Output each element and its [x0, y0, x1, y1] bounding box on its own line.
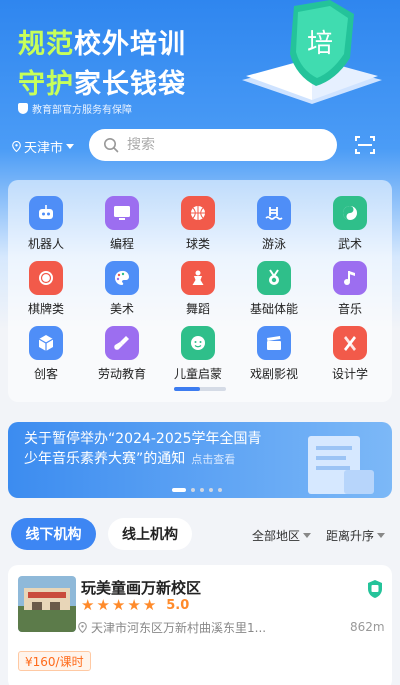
verified-shield-icon	[368, 580, 382, 598]
category-early-childhood[interactable]: 儿童启蒙	[162, 326, 234, 382]
institution-address: 天津市河东区万新村曲溪东里1...	[78, 619, 288, 636]
star-icon: ★	[96, 596, 110, 614]
institution-thumbnail	[18, 576, 76, 632]
monitor-icon	[105, 196, 139, 230]
hero-title-line1: 规范校外培训	[18, 29, 186, 60]
chevron-down-icon	[303, 533, 312, 538]
search-input[interactable]	[127, 137, 307, 153]
swimming-icon	[257, 196, 291, 230]
category-label: 戏剧影视	[249, 367, 298, 381]
category-robot[interactable]: 机器人	[10, 196, 82, 252]
music-note-icon	[333, 261, 367, 295]
dance-icon	[181, 261, 215, 295]
category-page-indicator	[174, 387, 226, 391]
chess-icon	[29, 261, 63, 295]
svg-text:培: 培	[307, 29, 333, 59]
category-label: 劳动教育	[97, 367, 146, 381]
category-label: 游泳	[261, 237, 286, 251]
category-drama-film[interactable]: 戏剧影视	[238, 326, 310, 382]
category-dance[interactable]: 舞蹈	[162, 261, 234, 317]
institution-name: 玩美童画万新校区	[81, 579, 202, 597]
category-label: 基础体能	[249, 302, 298, 316]
category-martial-arts[interactable]: 武术	[314, 196, 386, 252]
category-art[interactable]: 美术	[86, 261, 158, 317]
category-music[interactable]: 音乐	[314, 261, 386, 317]
category-label: 舞蹈	[185, 302, 210, 316]
notice-text: 关于暂停举办“2024-2025学年全国青少年音乐素养大赛”的通知 点击查看	[24, 431, 262, 467]
sort-filter-label: 距离升序	[326, 529, 375, 543]
region-filter-label: 全部地区	[252, 529, 301, 543]
city-label: 天津市	[24, 141, 64, 156]
category-swimming[interactable]: 游泳	[238, 196, 310, 252]
banner-page-indicator	[172, 488, 222, 492]
category-label: 音乐	[337, 302, 362, 316]
price-tag: ¥160/课时	[18, 651, 91, 671]
category-labor-education[interactable]: 劳动教育	[86, 326, 158, 382]
sort-filter[interactable]: 距离升序	[326, 527, 386, 544]
category-maker[interactable]: 创客	[10, 326, 82, 382]
category-label: 棋牌类	[27, 302, 64, 316]
category-label: 儿童启蒙	[173, 367, 222, 381]
shield-icon	[18, 103, 28, 114]
hero-title-line2: 守护家长钱袋	[18, 69, 186, 100]
category-fitness[interactable]: 基础体能	[238, 261, 310, 317]
design-tools-icon	[333, 326, 367, 360]
star-icon: ★	[111, 596, 126, 614]
category-ball-sports[interactable]: 球类	[162, 196, 234, 252]
category-label: 武术	[337, 237, 362, 251]
region-filter[interactable]: 全部地区	[252, 527, 312, 544]
chevron-down-icon	[377, 533, 386, 538]
scan-icon[interactable]	[353, 133, 377, 157]
rating-score: 5.0	[166, 597, 190, 613]
category-chess[interactable]: 棋牌类	[10, 261, 82, 317]
tab-online-institutions[interactable]: 线上机构	[108, 518, 192, 550]
tab-offline-institutions[interactable]: 线下机构	[11, 518, 96, 550]
location-pin-icon	[12, 141, 21, 152]
basketball-icon	[181, 196, 215, 230]
location-pin-icon	[78, 622, 87, 633]
clapperboard-icon	[257, 326, 291, 360]
category-label: 创客	[33, 367, 58, 381]
baby-icon	[181, 326, 215, 360]
medal-icon	[257, 261, 291, 295]
search-bar[interactable]	[89, 129, 337, 161]
document-illustration	[308, 436, 374, 494]
shovel-icon	[105, 326, 139, 360]
book-shield-illustration: 培	[242, 0, 382, 104]
institution-distance: 862m	[350, 620, 385, 634]
category-label: 美术	[109, 302, 134, 316]
robot-icon	[29, 196, 63, 230]
rating-stars: ★ ★ ★ ★ ★ 5.0	[81, 597, 189, 613]
category-label: 机器人	[27, 237, 64, 251]
hero-subtitle: 教育部官方服务有保障	[18, 101, 132, 116]
category-programming[interactable]: 编程	[86, 196, 158, 252]
yinyang-icon	[333, 196, 367, 230]
category-label: 设计学	[331, 367, 368, 381]
category-grid: 机器人 编程 球类 游泳 武术 棋牌类 美术 舞蹈 基础体能 音乐 创客 劳动教…	[8, 180, 392, 402]
cube-icon	[29, 326, 63, 360]
star-icon: ★	[142, 596, 157, 614]
star-icon: ★	[81, 596, 95, 614]
star-icon: ★	[127, 596, 141, 614]
category-design[interactable]: 设计学	[314, 326, 386, 382]
palette-icon	[105, 261, 139, 295]
category-label: 编程	[109, 237, 134, 251]
institution-card[interactable]: 玩美童画万新校区 ★ ★ ★ ★ ★ 5.0 天津市河东区万新村曲溪东里1...…	[8, 565, 392, 685]
chevron-down-icon	[66, 144, 75, 149]
notice-more-link[interactable]: 点击查看	[191, 453, 235, 466]
category-label: 球类	[185, 237, 210, 251]
city-selector[interactable]: 天津市	[12, 137, 75, 156]
search-icon	[104, 138, 119, 153]
notice-banner[interactable]: 关于暂停举办“2024-2025学年全国青少年音乐素养大赛”的通知 点击查看	[8, 422, 392, 498]
